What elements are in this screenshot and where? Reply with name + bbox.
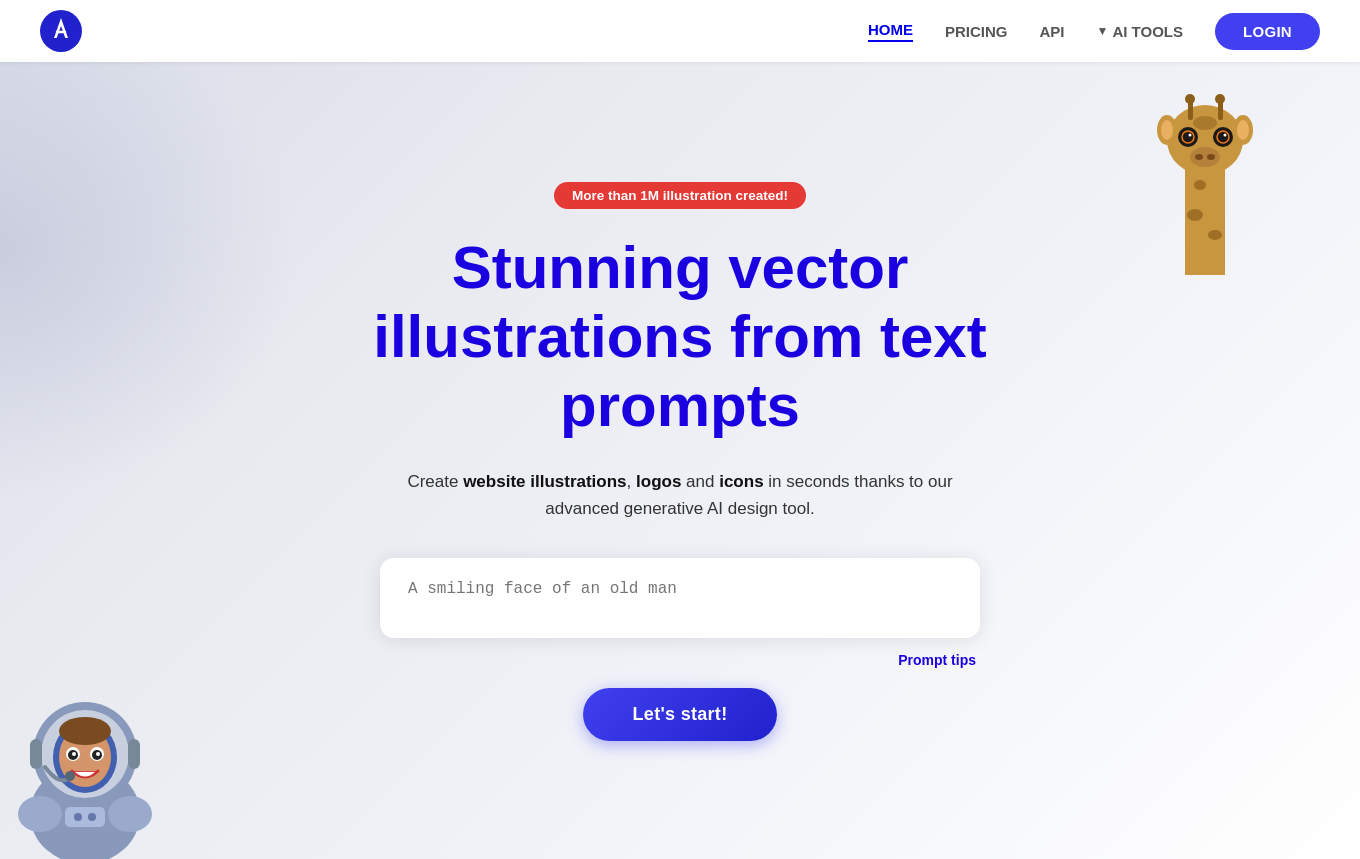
headline-line3: prompts <box>560 372 800 439</box>
svg-point-40 <box>96 752 100 756</box>
prompt-tips-area: Prompt tips <box>380 652 980 668</box>
subtext-bold3: icons <box>719 472 763 491</box>
subtext-bold1: website illustrations <box>463 472 626 491</box>
navbar: HOME PRICING API ▼ AI TOOLS LOGIN <box>0 0 1360 62</box>
logo-icon[interactable] <box>40 10 82 52</box>
nav-link-pricing[interactable]: PRICING <box>945 23 1008 40</box>
svg-rect-41 <box>30 739 42 769</box>
subtext-sep1: , <box>627 472 636 491</box>
login-button[interactable]: LOGIN <box>1215 13 1320 50</box>
subtext-prefix: Create <box>407 472 463 491</box>
nav-ai-tools-dropdown[interactable]: ▼ AI TOOLS <box>1097 23 1183 40</box>
nav-link-home[interactable]: HOME <box>868 21 913 42</box>
nav-ai-tools-label: AI TOOLS <box>1112 23 1183 40</box>
svg-point-47 <box>74 813 82 821</box>
prompt-input-wrapper <box>380 558 980 642</box>
svg-rect-46 <box>65 807 105 827</box>
svg-point-48 <box>88 813 96 821</box>
hero-headline: Stunning vector illustrations from text … <box>373 233 986 440</box>
nav-link-api[interactable]: API <box>1040 23 1065 40</box>
hero-section: More than 1M illustration created! Stunn… <box>0 62 1360 741</box>
headline-line2: illustrations from text <box>373 303 986 370</box>
prompt-input[interactable] <box>380 558 980 638</box>
hero-subtext: Create website illustrations, logos and … <box>400 468 960 522</box>
milestone-badge: More than 1M illustration created! <box>554 182 806 209</box>
svg-point-45 <box>108 796 152 832</box>
cta-button[interactable]: Let's start! <box>583 688 778 741</box>
prompt-tips-link[interactable]: Prompt tips <box>898 652 976 668</box>
headline-line1: Stunning vector <box>452 234 909 301</box>
subtext-sep2: and <box>681 472 719 491</box>
chevron-down-icon: ▼ <box>1097 24 1109 38</box>
subtext-bold2: logos <box>636 472 681 491</box>
svg-point-44 <box>18 796 62 832</box>
nav-logo-area <box>40 10 82 52</box>
svg-rect-42 <box>128 739 140 769</box>
nav-links: HOME PRICING API ▼ AI TOOLS LOGIN <box>868 13 1320 50</box>
svg-point-39 <box>72 752 76 756</box>
svg-point-43 <box>65 771 75 781</box>
